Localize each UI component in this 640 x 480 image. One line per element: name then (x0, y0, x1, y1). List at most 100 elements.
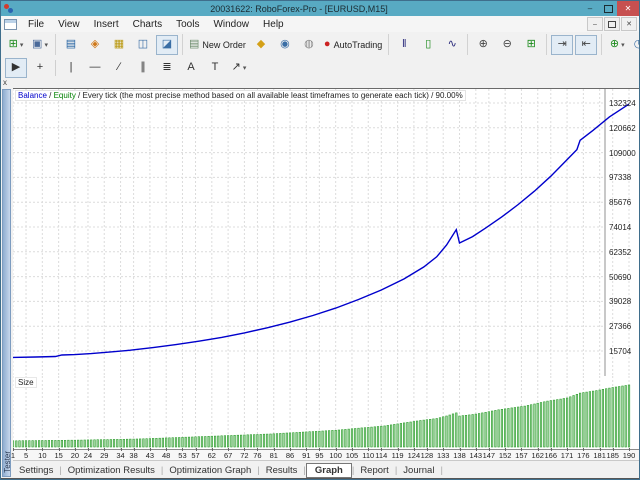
tab-graph[interactable]: Graph (305, 462, 352, 478)
periods-icon: ◷ (634, 39, 639, 50)
menu-view[interactable]: View (51, 18, 87, 31)
tab-results[interactable]: Results (260, 464, 304, 477)
autotrading-button[interactable]: ● AutoTrading (322, 35, 384, 55)
line-chart-icon: ∿ (447, 38, 457, 50)
y-axis-label: 74014 (609, 223, 632, 232)
zoom-in-icon: ⊕ (478, 38, 488, 50)
tester-panel: x Tester Balance / Equity / Every tick (… (1, 78, 639, 479)
menu-help[interactable]: Help (256, 18, 291, 31)
menu-window[interactable]: Window (206, 18, 256, 31)
restore-icon (603, 4, 613, 13)
ohlc-bars-icon: ‖ (402, 38, 407, 50)
menu-file[interactable]: File (21, 18, 51, 31)
close-button[interactable]: ✕ (617, 1, 639, 16)
arrows-icon: ↗ (231, 61, 241, 73)
size-chart[interactable]: Size (13, 376, 639, 450)
cursor-button[interactable]: ▶ (5, 57, 27, 78)
menu-tools[interactable]: Tools (169, 18, 206, 31)
minimize-button[interactable]: – (581, 1, 599, 16)
indicators-button[interactable]: ⊕ ▾ (606, 35, 628, 55)
x-axis-label: 57 (191, 451, 200, 460)
auto-scroll-button[interactable]: ⇥ (551, 34, 574, 55)
profiles-icon: ▣ (32, 38, 43, 50)
balance-chart[interactable]: Balance / Equity / Every tick (the most … (13, 88, 639, 386)
profiles-dropdown-icon[interactable]: ▾ (44, 41, 48, 49)
ohlc-bars-button[interactable]: ‖ (393, 35, 415, 55)
x-axis-label: 114 (375, 451, 388, 460)
fibonacci-retracement-icon: ≣ (162, 61, 172, 73)
periods-button[interactable]: ◷▾ (630, 35, 639, 55)
terminal-button[interactable]: ◫ (132, 35, 154, 55)
x-axis-label: 67 (223, 451, 233, 460)
text-label-icon: T (211, 61, 219, 73)
x-axis-label: 166 (544, 451, 558, 460)
arrows-button[interactable]: ↗ ▾ (228, 58, 250, 78)
metaeditor-button[interactable]: ◆ (250, 35, 272, 55)
zoom-out-button[interactable]: ⊖ (496, 35, 518, 55)
trendline-icon: ∕ (118, 61, 120, 73)
x-axis-label: 86 (285, 451, 295, 460)
line-chart-button[interactable]: ∿ (441, 35, 463, 55)
y-axis-label: 132324 (609, 99, 636, 108)
tile-windows-button[interactable]: ⊞ (520, 35, 542, 55)
x-axis-label: 119 (391, 451, 404, 460)
x-axis-label: 10 (38, 451, 47, 460)
tab-optimization-results[interactable]: Optimization Results (62, 464, 161, 477)
strategy-tester-button[interactable]: ◪ (156, 34, 178, 55)
new-chart-button[interactable]: ⊞ ▾ (5, 35, 27, 55)
autotrading-icon: ● (323, 38, 331, 50)
tab-settings[interactable]: Settings (13, 464, 59, 477)
restore-button[interactable] (599, 1, 617, 16)
navigator-button[interactable]: ◈ (84, 35, 106, 55)
terminal-icon: ◫ (137, 38, 149, 50)
expert-advisors-button[interactable]: ◉ (274, 35, 296, 55)
tester-close-button[interactable]: x (3, 78, 7, 87)
tab-journal[interactable]: Journal (397, 464, 440, 477)
arrows-dropdown-icon[interactable]: ▾ (243, 64, 247, 72)
data-window-button[interactable]: ▦ (108, 35, 130, 55)
text-button[interactable]: A (180, 58, 202, 78)
menu-insert[interactable]: Insert (87, 18, 126, 31)
toolbar-group: ‖ ▯ ∿ (389, 34, 469, 55)
toolbar-groups: ⊞ ▾ ▣ ▾ ▤ ◈ ▦ ◫ ◪ ▤ New Order ◆ ◉ ◍ ● AutoTrading ‖ ▯ ∿ ⊕ ⊖ ⊞… (1, 34, 639, 55)
toolbar-group: ⇥ ⇤ (547, 34, 603, 55)
y-axis-label: 15704 (609, 347, 632, 356)
new-chart-icon: ⊞ (8, 38, 18, 50)
market-watch-button[interactable]: ▤ (60, 35, 82, 55)
mdi-minimize-button[interactable]: – (587, 17, 603, 31)
legend-description: / Every tick (the most precise method ba… (75, 91, 463, 100)
equidistant-channel-button[interactable]: ∥ (132, 58, 154, 78)
new-order-button[interactable]: ▤ New Order (187, 35, 248, 55)
toolbar-separator (55, 59, 56, 76)
metaeditor-icon: ◆ (256, 38, 266, 50)
trendline-button[interactable]: ∕ (108, 58, 130, 78)
tab-optimization-graph[interactable]: Optimization Graph (163, 464, 257, 477)
fibonacci-retracement-button[interactable]: ≣ (156, 58, 178, 78)
menu-charts[interactable]: Charts (126, 18, 169, 31)
zoom-out-icon: ⊖ (502, 38, 512, 50)
horizontal-line-button[interactable]: — (84, 58, 106, 78)
vertical-line-button[interactable]: | (60, 58, 82, 78)
x-axis-label: 95 (315, 451, 324, 460)
y-axis-label: 85676 (609, 198, 632, 208)
tester-strip[interactable]: Tester (2, 89, 12, 477)
x-axis-label: 176 (577, 451, 590, 460)
text-label-button[interactable]: T (204, 58, 226, 78)
x-axis-label: 48 (162, 451, 171, 460)
mdi-close-button[interactable]: ✕ (621, 17, 637, 31)
new-chart-dropdown-icon[interactable]: ▾ (20, 41, 24, 49)
x-axis-label: 5 (23, 451, 29, 460)
cursor-icon: ▶ (11, 61, 21, 73)
x-axis-label: 171 (560, 451, 574, 460)
crosshair-button[interactable]: + (29, 58, 51, 78)
community-icon: ◍ (304, 38, 314, 50)
profiles-button[interactable]: ▣ ▾ (29, 35, 51, 55)
candlesticks-button[interactable]: ▯ (417, 35, 439, 55)
community-button[interactable]: ◍ (298, 35, 320, 55)
indicators-dropdown-icon[interactable]: ▾ (621, 41, 625, 49)
zoom-in-button[interactable]: ⊕ (472, 35, 494, 55)
chart-shift-button[interactable]: ⇤ (575, 34, 598, 55)
tab-report[interactable]: Report (354, 464, 395, 477)
mdi-restore-button[interactable] (604, 17, 620, 31)
x-axis-label: 152 (498, 451, 512, 460)
